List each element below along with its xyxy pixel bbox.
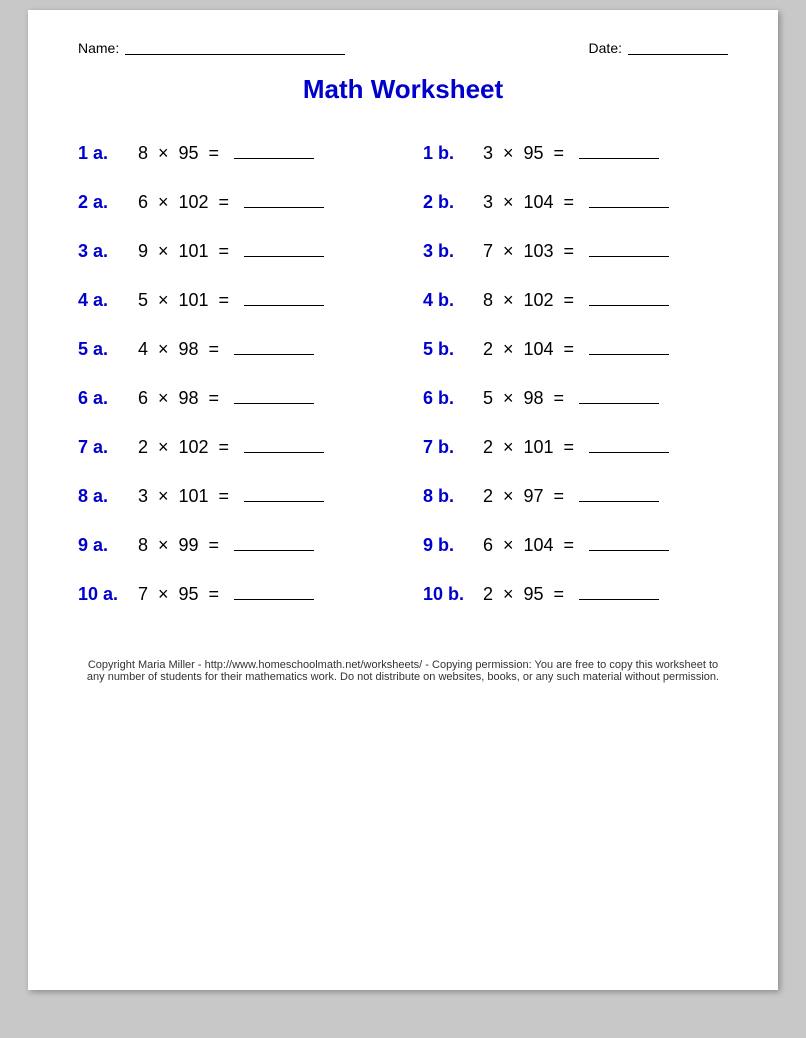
answer-line bbox=[579, 486, 659, 502]
problem-expr: 7 × 103 = bbox=[483, 241, 669, 262]
problem-expr: 8 × 99 = bbox=[138, 535, 314, 556]
answer-line bbox=[244, 241, 324, 257]
problem-expr: 6 × 102 = bbox=[138, 192, 324, 213]
problem-label: 9 a. bbox=[78, 535, 128, 556]
answer-line bbox=[234, 388, 314, 404]
answer-line bbox=[589, 535, 669, 551]
answer-line bbox=[589, 290, 669, 306]
problem-expr: 7 × 95 = bbox=[138, 584, 314, 605]
table-row: 3 a. 9 × 101 = bbox=[78, 227, 403, 276]
answer-line bbox=[579, 388, 659, 404]
problem-expr: 6 × 98 = bbox=[138, 388, 314, 409]
problem-label: 2 a. bbox=[78, 192, 128, 213]
answer-line bbox=[589, 437, 669, 453]
problem-expr: 6 × 104 = bbox=[483, 535, 669, 556]
problem-expr: 2 × 97 = bbox=[483, 486, 659, 507]
table-row: 4 a. 5 × 101 = bbox=[78, 276, 403, 325]
table-row: 7 a. 2 × 102 = bbox=[78, 423, 403, 472]
footer-text: Copyright Maria Miller - http://www.home… bbox=[78, 649, 728, 683]
problem-label: 2 b. bbox=[423, 192, 473, 213]
name-section: Name: bbox=[78, 40, 345, 56]
problem-label: 7 b. bbox=[423, 437, 473, 458]
table-row: 8 b. 2 × 97 = bbox=[403, 472, 728, 521]
answer-line bbox=[234, 535, 314, 551]
problem-label: 5 a. bbox=[78, 339, 128, 360]
problem-label: 4 b. bbox=[423, 290, 473, 311]
problem-expr: 2 × 95 = bbox=[483, 584, 659, 605]
table-row: 1 b. 3 × 95 = bbox=[403, 129, 728, 178]
problem-expr: 2 × 102 = bbox=[138, 437, 324, 458]
problems-grid: 1 a. 8 × 95 = 1 b. 3 × 95 = 2 a. 6 × 102… bbox=[78, 129, 728, 619]
table-row: 7 b. 2 × 101 = bbox=[403, 423, 728, 472]
answer-line bbox=[244, 192, 324, 208]
name-label: Name: bbox=[78, 40, 119, 56]
answer-line bbox=[244, 437, 324, 453]
date-label: Date: bbox=[589, 40, 622, 56]
table-row: 5 a. 4 × 98 = bbox=[78, 325, 403, 374]
problem-label: 3 b. bbox=[423, 241, 473, 262]
answer-line bbox=[234, 143, 314, 159]
problem-expr: 8 × 95 = bbox=[138, 143, 314, 164]
table-row: 5 b. 2 × 104 = bbox=[403, 325, 728, 374]
answer-line bbox=[589, 192, 669, 208]
answer-line bbox=[244, 486, 324, 502]
table-row: 6 b. 5 × 98 = bbox=[403, 374, 728, 423]
problem-expr: 3 × 104 = bbox=[483, 192, 669, 213]
problem-expr: 8 × 102 = bbox=[483, 290, 669, 311]
problem-expr: 5 × 101 = bbox=[138, 290, 324, 311]
date-underline bbox=[628, 41, 728, 55]
table-row: 8 a. 3 × 101 = bbox=[78, 472, 403, 521]
answer-line bbox=[579, 143, 659, 159]
problem-label: 7 a. bbox=[78, 437, 128, 458]
problem-label: 10 b. bbox=[423, 584, 473, 605]
problem-expr: 2 × 104 = bbox=[483, 339, 669, 360]
problem-label: 9 b. bbox=[423, 535, 473, 556]
table-row: 1 a. 8 × 95 = bbox=[78, 129, 403, 178]
date-section: Date: bbox=[589, 40, 728, 56]
problem-label: 10 a. bbox=[78, 584, 128, 605]
table-row: 9 b. 6 × 104 = bbox=[403, 521, 728, 570]
answer-line bbox=[589, 241, 669, 257]
table-row: 2 a. 6 × 102 = bbox=[78, 178, 403, 227]
problem-expr: 3 × 101 = bbox=[138, 486, 324, 507]
name-underline bbox=[125, 41, 345, 55]
problem-label: 5 b. bbox=[423, 339, 473, 360]
table-row: 9 a. 8 × 99 = bbox=[78, 521, 403, 570]
problem-label: 6 a. bbox=[78, 388, 128, 409]
problem-expr: 9 × 101 = bbox=[138, 241, 324, 262]
header: Name: Date: bbox=[78, 40, 728, 56]
problem-expr: 3 × 95 = bbox=[483, 143, 659, 164]
answer-line bbox=[244, 290, 324, 306]
table-row: 6 a. 6 × 98 = bbox=[78, 374, 403, 423]
table-row: 10 a. 7 × 95 = bbox=[78, 570, 403, 619]
table-row: 4 b. 8 × 102 = bbox=[403, 276, 728, 325]
table-row: 10 b. 2 × 95 = bbox=[403, 570, 728, 619]
worksheet-page: Name: Date: Math Worksheet 1 a. 8 × 95 =… bbox=[28, 10, 778, 990]
answer-line bbox=[579, 584, 659, 600]
problem-label: 6 b. bbox=[423, 388, 473, 409]
problem-label: 8 b. bbox=[423, 486, 473, 507]
problem-expr: 4 × 98 = bbox=[138, 339, 314, 360]
answer-line bbox=[234, 339, 314, 355]
problem-expr: 2 × 101 = bbox=[483, 437, 669, 458]
problem-expr: 5 × 98 = bbox=[483, 388, 659, 409]
table-row: 3 b. 7 × 103 = bbox=[403, 227, 728, 276]
problem-label: 1 a. bbox=[78, 143, 128, 164]
problem-label: 3 a. bbox=[78, 241, 128, 262]
table-row: 2 b. 3 × 104 = bbox=[403, 178, 728, 227]
problem-label: 4 a. bbox=[78, 290, 128, 311]
problem-label: 8 a. bbox=[78, 486, 128, 507]
answer-line bbox=[234, 584, 314, 600]
problem-label: 1 b. bbox=[423, 143, 473, 164]
answer-line bbox=[589, 339, 669, 355]
worksheet-title: Math Worksheet bbox=[78, 74, 728, 105]
